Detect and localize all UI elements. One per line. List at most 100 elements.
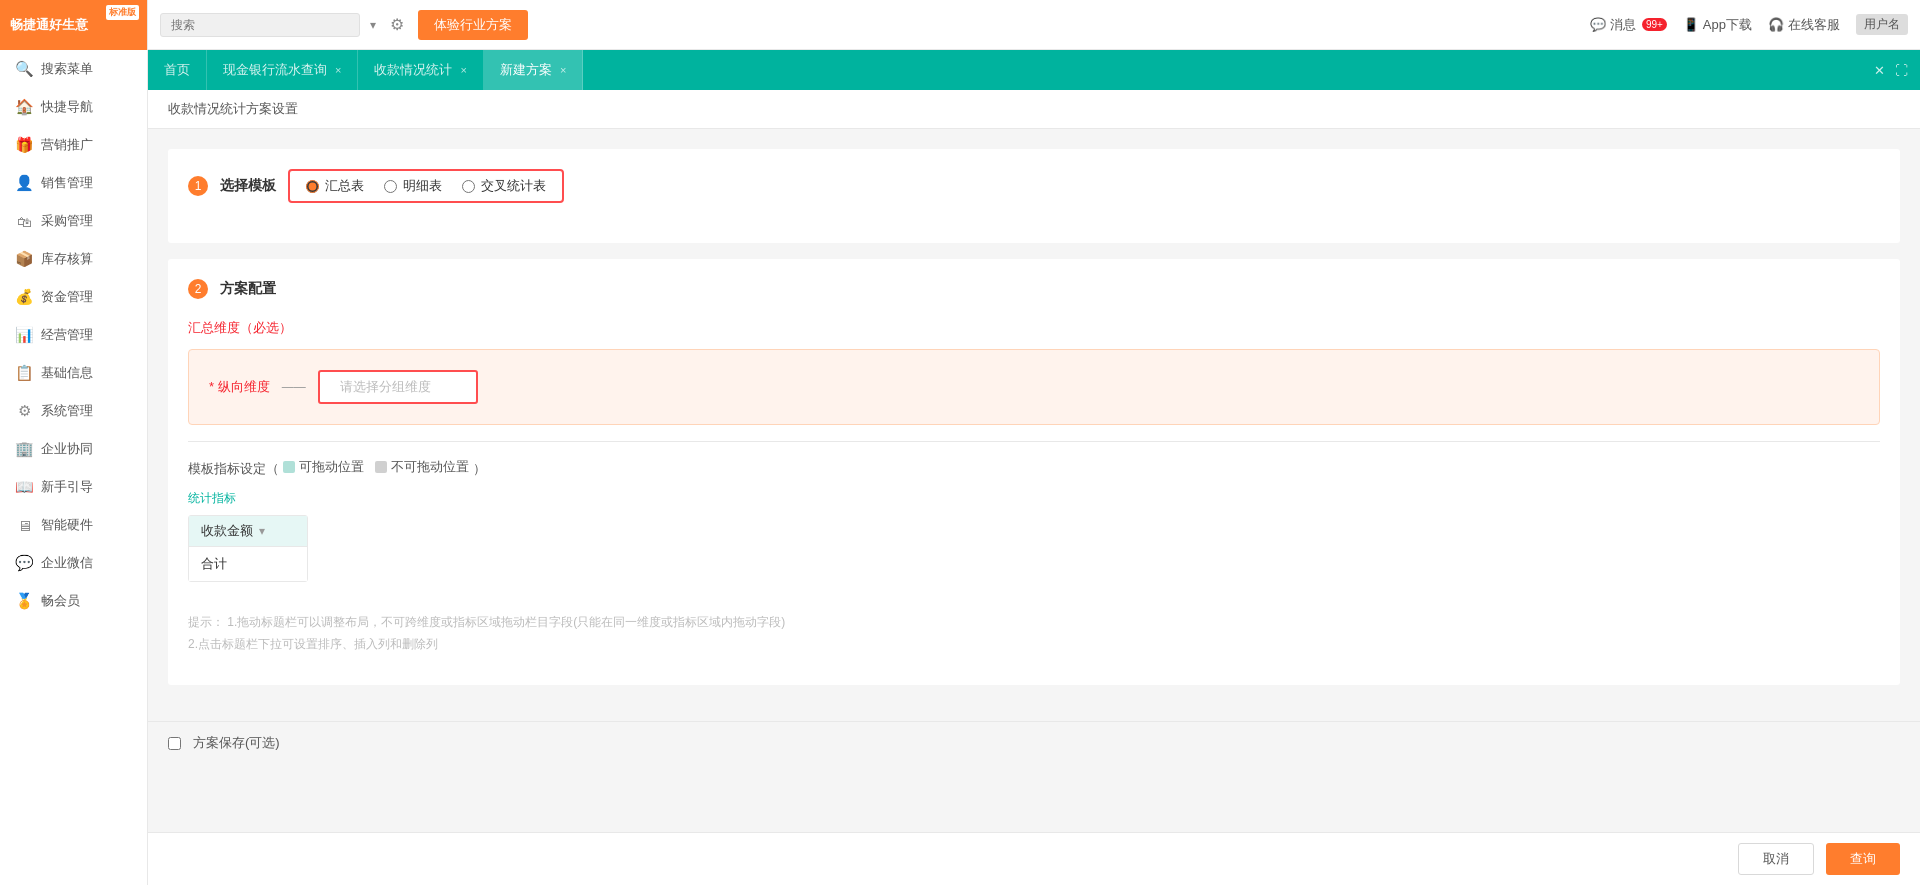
hint-1: 提示： 1.拖动标题栏可以调整布局，不可跨维度或指标区域拖动栏目字段(只能在同一… bbox=[188, 612, 1880, 634]
finance-icon: 💰 bbox=[15, 288, 33, 306]
main-area: ▾ ⚙ 体验行业方案 💬 消息 99+ 📱 App下载 🎧 在线客服 用户名 首… bbox=[148, 0, 1920, 885]
member-icon: 🏅 bbox=[15, 592, 33, 610]
cancel-button[interactable]: 取消 bbox=[1738, 843, 1814, 875]
tab-label-collection: 收款情况统计 bbox=[374, 61, 452, 79]
sidebar-item-operation[interactable]: 📊 经营管理 bbox=[0, 316, 147, 354]
tab-close-collection[interactable]: × bbox=[460, 64, 466, 76]
sidebar-item-member[interactable]: 🏅 畅会员 bbox=[0, 582, 147, 620]
search-chevron-icon[interactable]: ▾ bbox=[370, 18, 376, 32]
trial-button[interactable]: 体验行业方案 bbox=[418, 10, 528, 40]
sidebar-item-basic[interactable]: 📋 基础信息 bbox=[0, 354, 147, 392]
message-icon: 💬 bbox=[1590, 17, 1606, 32]
expand-icon[interactable]: ⛶ bbox=[1895, 63, 1908, 78]
dimension-row: * 纵向维度 —— 请选择分组维度 bbox=[209, 370, 1859, 404]
save-label[interactable]: 方案保存(可选) bbox=[193, 734, 280, 752]
sidebar-item-inventory[interactable]: 📦 库存核算 bbox=[0, 240, 147, 278]
tab-new-plan[interactable]: 新建方案 × bbox=[484, 50, 583, 90]
download-icon: 📱 bbox=[1683, 17, 1699, 32]
tab-collection[interactable]: 收款情况统计 × bbox=[358, 50, 483, 90]
tab-bank[interactable]: 现金银行流水查询 × bbox=[207, 50, 358, 90]
dimension-title: 汇总维度（必选） bbox=[188, 319, 1880, 337]
radio-detail-input[interactable] bbox=[384, 180, 397, 193]
step2-section: 2 方案配置 汇总维度（必选） * 纵向维度 —— 请选择分组维度 bbox=[168, 259, 1900, 685]
step1-section: 1 选择模板 汇总表 明细表 交叉统计表 bbox=[168, 149, 1900, 243]
radio-cross-label[interactable]: 交叉统计表 bbox=[481, 177, 546, 195]
footer: 方案保存(可选) bbox=[148, 721, 1920, 764]
metrics-title: 模板指标设定（ 可拖动位置 不可拖动位置 ） bbox=[188, 458, 1880, 478]
tab-label-home: 首页 bbox=[164, 61, 190, 79]
service-btn[interactable]: 🎧 在线客服 bbox=[1768, 16, 1840, 34]
sidebar-label-system: 系统管理 bbox=[41, 402, 93, 420]
metrics-table: 收款金额 ▾ 合计 bbox=[188, 515, 308, 582]
query-button[interactable]: 查询 bbox=[1826, 843, 1900, 875]
radio-cross-input[interactable] bbox=[462, 180, 475, 193]
dimension-select[interactable]: 请选择分组维度 bbox=[318, 370, 478, 404]
step1-row: 1 选择模板 汇总表 明细表 交叉统计表 bbox=[188, 169, 1880, 203]
radio-summary-input[interactable] bbox=[306, 180, 319, 193]
sidebar-label-search: 搜索菜单 bbox=[41, 60, 93, 78]
sidebar-item-purchase[interactable]: 🛍 采购管理 bbox=[0, 202, 147, 240]
sidebar-label-enterprise: 企业协同 bbox=[41, 440, 93, 458]
dimension-arrow-icon: —— bbox=[282, 380, 306, 394]
sidebar-item-newbie[interactable]: 📖 新手引导 bbox=[0, 468, 147, 506]
sidebar-label-newbie: 新手引导 bbox=[41, 478, 93, 496]
download-btn[interactable]: 📱 App下载 bbox=[1683, 16, 1752, 34]
metrics-header-chevron[interactable]: ▾ bbox=[259, 524, 265, 538]
sidebar-item-marketing[interactable]: 🎁 营销推广 bbox=[0, 126, 147, 164]
legend-fixed: 不可拖动位置 bbox=[375, 458, 469, 476]
user-avatar[interactable]: 用户名 bbox=[1856, 14, 1908, 35]
tab-home[interactable]: 首页 bbox=[148, 50, 207, 90]
tabbar-right: ✕ ⛶ bbox=[1874, 63, 1920, 78]
draggable-indicator bbox=[283, 461, 295, 473]
tab-close-new-plan[interactable]: × bbox=[560, 64, 566, 76]
radio-cross[interactable]: 交叉统计表 bbox=[462, 177, 546, 195]
content-area: 收款情况统计方案设置 1 选择模板 汇总表 明细表 bbox=[148, 90, 1920, 832]
radio-summary[interactable]: 汇总表 bbox=[306, 177, 364, 195]
radio-detail-label[interactable]: 明细表 bbox=[403, 177, 442, 195]
close-all-icon[interactable]: ✕ bbox=[1874, 63, 1885, 78]
step1-label: 选择模板 bbox=[220, 177, 276, 195]
sidebar-label-finance: 资金管理 bbox=[41, 288, 93, 306]
newbie-icon: 📖 bbox=[15, 478, 33, 496]
step1-num: 1 bbox=[188, 176, 208, 196]
service-icon: 🎧 bbox=[1768, 17, 1784, 32]
legend-draggable: 可拖动位置 bbox=[283, 458, 364, 476]
template-selection-box: 汇总表 明细表 交叉统计表 bbox=[288, 169, 564, 203]
tab-close-bank[interactable]: × bbox=[335, 64, 341, 76]
sidebar-item-wechat[interactable]: 💬 企业微信 bbox=[0, 544, 147, 582]
gear-icon[interactable]: ⚙ bbox=[390, 15, 404, 34]
step2-label: 方案配置 bbox=[220, 280, 276, 298]
sidebar: 畅捷通好生意 标准版 🔍 搜索菜单 🏠 快捷导航 🎁 营销推广 👤 销售管理 🛍… bbox=[0, 0, 148, 885]
sidebar-label-operation: 经营管理 bbox=[41, 326, 93, 344]
sidebar-label-sales: 销售管理 bbox=[41, 174, 93, 192]
radio-detail[interactable]: 明细表 bbox=[384, 177, 442, 195]
sidebar-item-enterprise[interactable]: 🏢 企业协同 bbox=[0, 430, 147, 468]
tab-label-bank: 现金银行流水查询 bbox=[223, 61, 327, 79]
operation-icon: 📊 bbox=[15, 326, 33, 344]
sidebar-item-quick-nav[interactable]: 🏠 快捷导航 bbox=[0, 88, 147, 126]
inventory-icon: 📦 bbox=[15, 250, 33, 268]
search-input[interactable] bbox=[160, 13, 360, 37]
sidebar-label-member: 畅会员 bbox=[41, 592, 80, 610]
fixed-indicator bbox=[375, 461, 387, 473]
step2-row: 2 方案配置 bbox=[188, 279, 1880, 299]
marketing-icon: 🎁 bbox=[15, 136, 33, 154]
search-icon: 🔍 bbox=[15, 60, 33, 78]
sidebar-label-marketing: 营销推广 bbox=[41, 136, 93, 154]
sidebar-item-system[interactable]: ⚙ 系统管理 bbox=[0, 392, 147, 430]
sidebar-item-hardware[interactable]: 🖥 智能硬件 bbox=[0, 506, 147, 544]
radio-summary-label[interactable]: 汇总表 bbox=[325, 177, 364, 195]
basic-icon: 📋 bbox=[15, 364, 33, 382]
sidebar-item-sales[interactable]: 👤 销售管理 bbox=[0, 164, 147, 202]
sidebar-item-finance[interactable]: 💰 资金管理 bbox=[0, 278, 147, 316]
message-btn[interactable]: 💬 消息 99+ bbox=[1590, 16, 1667, 34]
sidebar-logo: 畅捷通好生意 标准版 bbox=[0, 0, 147, 50]
metrics-header: 收款金额 ▾ bbox=[189, 516, 307, 547]
save-checkbox[interactable] bbox=[168, 737, 181, 750]
logo-text: 畅捷通好生意 bbox=[10, 16, 88, 34]
sidebar-item-search[interactable]: 🔍 搜索菜单 bbox=[0, 50, 147, 88]
page-header: 收款情况统计方案设置 bbox=[148, 90, 1920, 129]
step2-num: 2 bbox=[188, 279, 208, 299]
tab-label-new-plan: 新建方案 bbox=[500, 61, 552, 79]
logo-badge: 标准版 bbox=[106, 5, 139, 20]
